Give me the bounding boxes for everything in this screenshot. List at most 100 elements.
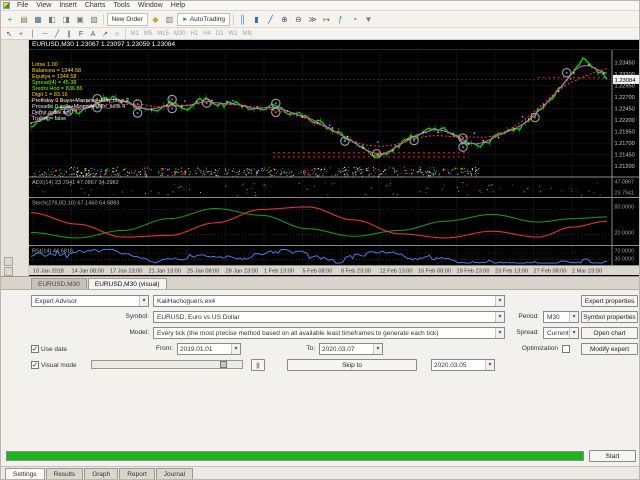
toolbar-trendline-icon[interactable]: ╱ <box>52 29 63 39</box>
toolbar-shapes-icon[interactable]: ○ <box>112 29 123 39</box>
toolbar-market-watch-icon[interactable]: ▦ <box>32 13 45 26</box>
toolbar-crosshair-icon[interactable]: + <box>16 29 27 39</box>
time-axis-label: 12 Feb 13:00 <box>380 269 413 275</box>
toolbar-templates-icon[interactable]: ▼ <box>362 13 375 26</box>
toolbar-zoom-out-icon[interactable]: ⊖ <box>292 13 305 26</box>
to-date-field[interactable]: 2020.03.07 ▾ <box>319 343 383 355</box>
toolbar-vertical-line-icon[interactable]: │ <box>28 29 39 39</box>
menu-item-view[interactable]: View <box>32 2 55 9</box>
period-select[interactable]: M30 ▾ <box>543 311 579 323</box>
toolbar-profiles-icon[interactable]: ▤ <box>18 13 31 26</box>
toolbar-strategy-tester-icon[interactable]: ▧ <box>88 13 101 26</box>
timeframe-button-m30[interactable]: M30 <box>171 29 188 39</box>
toolbar-zoom-in-icon[interactable]: ⊕ <box>278 13 291 26</box>
toolbar-channel-icon[interactable]: ∥ <box>64 29 75 39</box>
time-axis-label: 25 Jan 08:00 <box>187 269 219 275</box>
tester-tab-results[interactable]: Results <box>45 468 84 479</box>
time-axis-label: 8 Feb 23:00 <box>341 269 371 275</box>
expert-properties-button[interactable]: Expert properties <box>581 295 638 307</box>
skip-to-button[interactable]: Skip to <box>287 359 417 371</box>
toolbar-new-chart-icon[interactable]: + <box>4 13 17 26</box>
left-gutter <box>1 40 29 276</box>
menu-item-help[interactable]: Help <box>167 2 189 9</box>
timeframe-button-m15[interactable]: M15 <box>155 29 172 39</box>
trade-marker-arrow <box>136 111 139 114</box>
toolbar-group-editor: ◆ ▥ <box>148 13 176 26</box>
toolbar-text-label-icon[interactable]: A <box>88 29 99 39</box>
indicator-pane-label: RSI(14) 44.6816 <box>32 249 73 255</box>
timeframe-button-mn[interactable]: MN <box>240 29 254 39</box>
tester-tab-journal[interactable]: Journal <box>155 468 194 479</box>
toolbar-chart-profile-icon[interactable]: ▥ <box>163 13 176 26</box>
toolbar-arrows-icon[interactable]: ↗ <box>100 29 111 39</box>
autotrading-button[interactable]: ► AutoTrading <box>176 12 230 26</box>
tester-tab-settings[interactable]: Settings <box>5 468 45 479</box>
start-button[interactable]: Start <box>589 450 636 462</box>
skip-to-date-field[interactable]: 2020.03.05 ▾ <box>431 359 495 371</box>
expert-advisor-select[interactable]: KaliHachoguers.ex4 ▾ <box>153 295 505 307</box>
gutter-button-1[interactable] <box>4 267 13 276</box>
use-date-checkbox[interactable]: ✓ Use date <box>31 343 67 355</box>
chart-tab[interactable]: EURUSD,M30 (visual) <box>87 278 167 289</box>
price-axis-label: 1.22950 <box>615 84 635 90</box>
toolbar-line-chart-icon[interactable]: ╱ <box>264 13 277 26</box>
toolbar-data-window-icon[interactable]: ◧ <box>46 13 59 26</box>
from-date-value: 2019.01.01 <box>180 345 213 353</box>
tester-mode-select[interactable]: Expert Advisor ▾ <box>31 295 149 307</box>
trade-marker-arrow <box>274 111 277 114</box>
timeframe-button-w1[interactable]: W1 <box>226 29 240 39</box>
from-date-field[interactable]: 2019.01.01 ▾ <box>177 343 241 355</box>
trade-marker-arrow <box>462 137 464 140</box>
toolbar-navigator-icon[interactable]: ◨ <box>60 13 73 26</box>
toolbar-auto-scroll-icon[interactable]: ≫ <box>306 13 319 26</box>
tester-tab-report[interactable]: Report <box>119 468 155 479</box>
toolbar-periods-icon[interactable]: ◔ <box>348 13 361 26</box>
open-chart-button[interactable]: Open chart <box>581 327 638 339</box>
time-axis-label: 23 Feb 13:00 <box>495 269 528 275</box>
timeframe-button-m5[interactable]: M5 <box>141 29 154 39</box>
symbol-properties-button[interactable]: Symbol properties <box>581 311 638 323</box>
toolbar-fibonacci-icon[interactable]: F <box>76 29 87 39</box>
model-select[interactable]: Every tick (the most precise method base… <box>153 327 505 339</box>
timeframe-button-m1[interactable]: M1 <box>128 29 141 39</box>
menu-item-tools[interactable]: Tools <box>109 2 133 9</box>
new-order-button[interactable]: New Order <box>106 12 148 26</box>
symbol-select[interactable]: EURUSD, Euro vs US Dollar ▾ <box>153 311 505 323</box>
menu-item-window[interactable]: Window <box>134 2 167 9</box>
toolbar-candles-chart-icon[interactable]: ▮ <box>250 13 263 26</box>
gutter-button-2[interactable] <box>4 257 13 266</box>
chevron-down-icon: ▾ <box>569 312 578 322</box>
chart-tab[interactable]: EURUSD,M30 <box>31 278 87 289</box>
toolbar-terminal-icon[interactable]: ▣ <box>74 13 87 26</box>
to-date-value: 2020.03.07 <box>322 345 355 353</box>
timeframe-button-h4[interactable]: H4 <box>201 29 214 39</box>
timeframe-button-h1[interactable]: H1 <box>188 29 201 39</box>
optimization-checkbox[interactable] <box>562 343 572 355</box>
toolbar-metaeditor-icon[interactable]: ◆ <box>149 13 162 26</box>
toolbar-bars-chart-icon[interactable]: ║ <box>236 13 249 26</box>
expert-advisor-value: KaliHachoguers.ex4 <box>157 297 216 305</box>
calendar-dropdown-icon: ▾ <box>373 344 382 354</box>
spread-label: Spread: <box>516 329 539 336</box>
toolbar-cursor-icon[interactable]: ↖ <box>4 29 15 39</box>
modify-expert-button[interactable]: Modify expert <box>581 343 638 355</box>
menu-item-charts[interactable]: Charts <box>81 2 110 9</box>
visual-speed-slider[interactable] <box>91 360 243 369</box>
menu-item-insert[interactable]: Insert <box>55 2 81 9</box>
slider-thumb[interactable] <box>220 361 227 368</box>
menu-item-file[interactable]: File <box>13 2 32 9</box>
tester-tab-graph[interactable]: Graph <box>84 468 119 479</box>
spread-select[interactable]: Current ▾ <box>543 327 579 339</box>
menu-bar: File View Insert Charts Tools Window Help <box>1 1 639 11</box>
toolbar-chart-shift-icon[interactable]: ↦ <box>320 13 333 26</box>
toolbar-horizontal-line-icon[interactable]: ─ <box>40 29 51 39</box>
chart-canvas[interactable]: 10 Jan 2018 14 Jan 08:00 17 Jan 23:00 21 Ja… <box>29 50 640 275</box>
toolbar-indicators-icon[interactable]: ƒ <box>334 13 347 26</box>
price-axis-label: 1.21450 <box>615 153 635 159</box>
timeframe-button-d1[interactable]: D1 <box>213 29 226 39</box>
to-label: To: <box>306 345 315 352</box>
pause-button[interactable]: || <box>251 359 265 371</box>
toolbar-group-chart: ║ ▮ ╱ ⊕ ⊖ ≫ ↦ ƒ ◔ ▼ <box>236 13 376 26</box>
visual-mode-checkbox[interactable]: ✓ Visual mode <box>31 359 77 371</box>
toolbar-separator <box>125 28 126 39</box>
